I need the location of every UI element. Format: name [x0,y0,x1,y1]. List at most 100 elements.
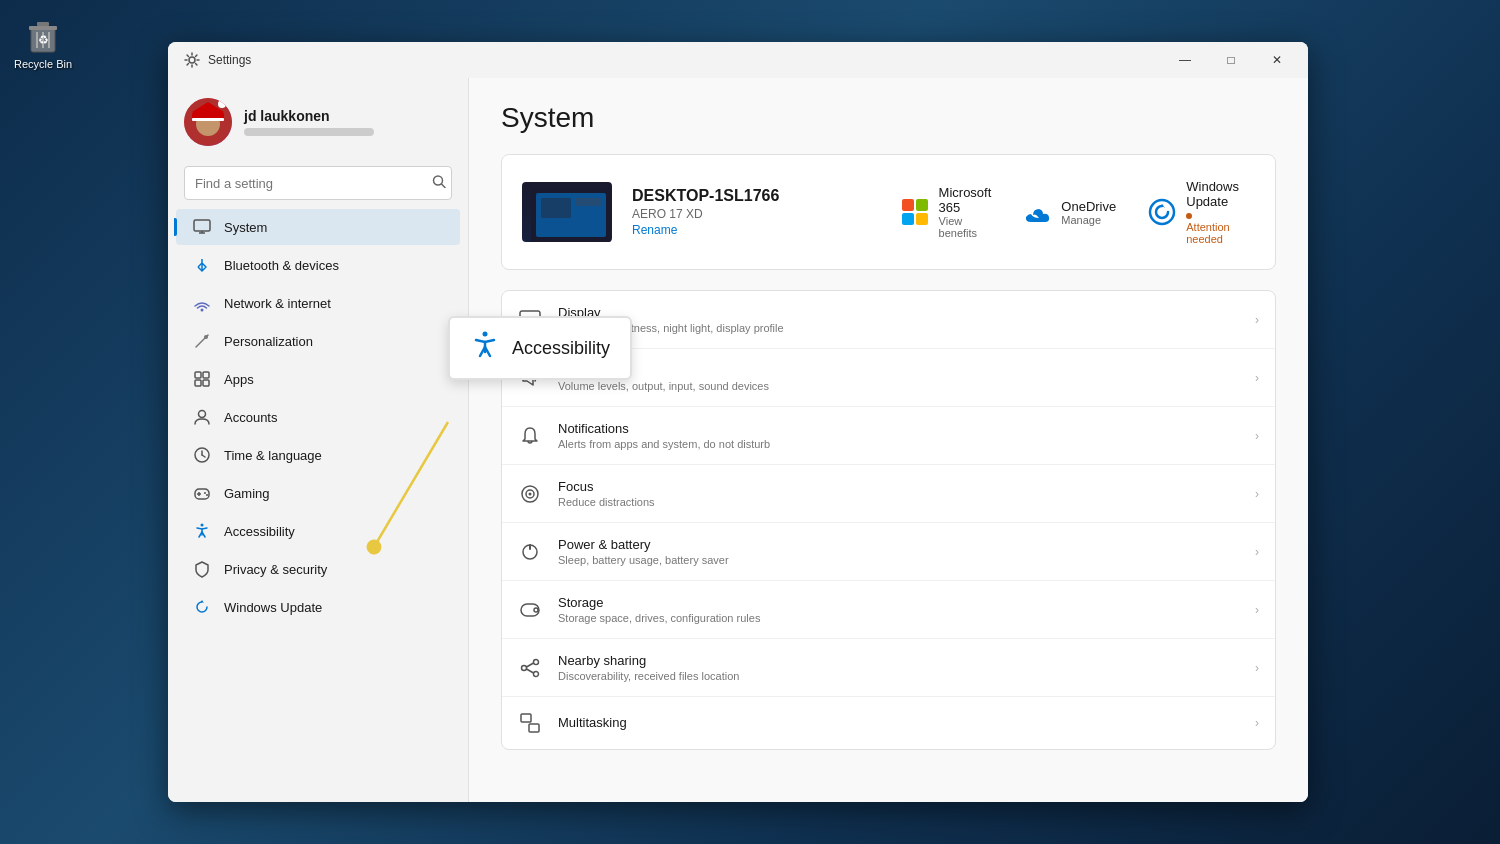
sidebar-item-network[interactable]: Network & internet [176,285,460,321]
nearby-desc: Discoverability, received files location [558,670,1239,682]
settings-title-icon [184,52,200,68]
sidebar-item-personalization[interactable]: Personalization [176,323,460,359]
sidebar-item-label-privacy: Privacy & security [224,562,327,577]
recycle-bin-icon: ♻ [23,14,63,54]
minimize-button[interactable]: — [1162,44,1208,76]
maximize-button[interactable]: □ [1208,44,1254,76]
svg-line-14 [442,184,446,188]
monitor-icon [192,217,212,237]
rename-link[interactable]: Rename [632,223,865,237]
svg-point-25 [199,411,206,418]
nearby-icon [518,656,542,680]
settings-item-nearby[interactable]: Nearby sharing Discoverability, received… [502,639,1275,697]
user-info: jd laukkonen [244,108,374,136]
quick-link-windows-update[interactable]: Windows Update Attention needed [1132,171,1255,253]
recycle-bin[interactable]: ♻ Recycle Bin [10,10,76,74]
windows-update-text: Windows Update Attention needed [1186,179,1239,245]
search-icon [432,175,446,189]
sidebar-item-bluetooth[interactable]: Bluetooth & devices [176,247,460,283]
settings-item-power[interactable]: Power & battery Sleep, battery usage, ba… [502,523,1275,581]
search-button[interactable] [432,175,446,192]
multitasking-text: Multitasking [558,715,1239,732]
time-icon [192,445,212,465]
focus-text: Focus Reduce distractions [558,479,1239,508]
svg-point-34 [201,524,204,527]
svg-point-18 [201,309,204,312]
sidebar-item-label-apps: Apps [224,372,254,387]
nearby-chevron-icon: › [1255,661,1259,675]
personalization-icon [192,331,212,351]
svg-rect-2 [37,22,49,26]
ms365-subtitle: View benefits [939,215,992,239]
power-title: Power & battery [558,537,1239,552]
main-content: System DESKT [468,78,1308,802]
sidebar-item-system[interactable]: System [176,209,460,245]
ms365-text: Microsoft 365 View benefits [939,185,992,239]
sidebar-item-update[interactable]: Windows Update [176,589,460,625]
close-button[interactable]: ✕ [1254,44,1300,76]
sidebar-item-accounts[interactable]: Accounts [176,399,460,435]
sidebar-item-privacy[interactable]: Privacy & security [176,551,460,587]
system-info-card: DESKTOP-1SL1766 AERO 17 XD Rename [501,154,1276,270]
content-area: jd laukkonen [168,78,1308,802]
recycle-bin-label: Recycle Bin [14,58,72,70]
svg-point-43 [1150,200,1174,224]
title-bar-left: Settings [184,52,251,68]
storage-desc: Storage space, drives, configuration rul… [558,612,1239,624]
user-name: jd laukkonen [244,108,374,124]
pc-model: AERO 17 XD [632,207,865,221]
svg-point-11 [218,100,226,108]
sidebar-item-label-system: System [224,220,267,235]
settings-window: Settings — □ ✕ [168,42,1308,802]
svg-point-53 [534,608,538,612]
nearby-title: Nearby sharing [558,653,1239,668]
pc-name: DESKTOP-1SL1766 [632,187,865,205]
svg-rect-12 [192,118,224,121]
windows-update-subtitle: Attention needed [1186,209,1239,245]
sidebar-item-accessibility[interactable]: Accessibility [176,513,460,549]
gaming-icon [192,483,212,503]
power-text: Power & battery Sleep, battery usage, ba… [558,537,1239,566]
svg-rect-38 [576,198,601,206]
privacy-icon [192,559,212,579]
accounts-icon [192,407,212,427]
settings-item-storage[interactable]: Storage Storage space, drives, configura… [502,581,1275,639]
svg-point-32 [204,492,206,494]
svg-rect-42 [916,213,928,225]
sidebar-item-label-network: Network & internet [224,296,331,311]
settings-item-focus[interactable]: Focus Reduce distractions › [502,465,1275,523]
svg-rect-52 [521,604,539,616]
search-input[interactable] [184,166,452,200]
sidebar-item-gaming[interactable]: Gaming [176,475,460,511]
page-title: System [501,102,1276,134]
svg-rect-40 [916,199,928,211]
focus-title: Focus [558,479,1239,494]
sidebar-item-label-bluetooth: Bluetooth & devices [224,258,339,273]
apps-icon [192,369,212,389]
quick-link-onedrive[interactable]: OneDrive Manage [1007,171,1132,253]
sidebar-item-time[interactable]: Time & language [176,437,460,473]
notifications-title: Notifications [558,421,1239,436]
title-bar-controls: — □ ✕ [1162,44,1300,76]
settings-item-multitasking[interactable]: Multitasking › [502,697,1275,749]
quick-link-ms365[interactable]: Microsoft 365 View benefits [885,171,1008,253]
settings-item-notifications[interactable]: Notifications Alerts from apps and syste… [502,407,1275,465]
sidebar-item-apps[interactable]: Apps [176,361,460,397]
avatar-image [184,98,232,146]
onedrive-text: OneDrive Manage [1061,199,1116,226]
svg-point-55 [534,659,539,664]
sound-chevron-icon: › [1255,371,1259,385]
svg-point-7 [189,57,195,63]
svg-rect-39 [902,199,914,211]
focus-desc: Reduce distractions [558,496,1239,508]
user-profile[interactable]: jd laukkonen [168,86,468,162]
tooltip-label: Accessibility [512,338,610,359]
svg-rect-41 [902,213,914,225]
avatar [184,98,232,146]
onedrive-icon [1023,198,1051,226]
svg-rect-15 [194,220,210,231]
svg-point-56 [534,671,539,676]
svg-rect-22 [203,372,209,378]
pc-thumbnail [522,182,612,242]
sidebar-item-label-personalization: Personalization [224,334,313,349]
